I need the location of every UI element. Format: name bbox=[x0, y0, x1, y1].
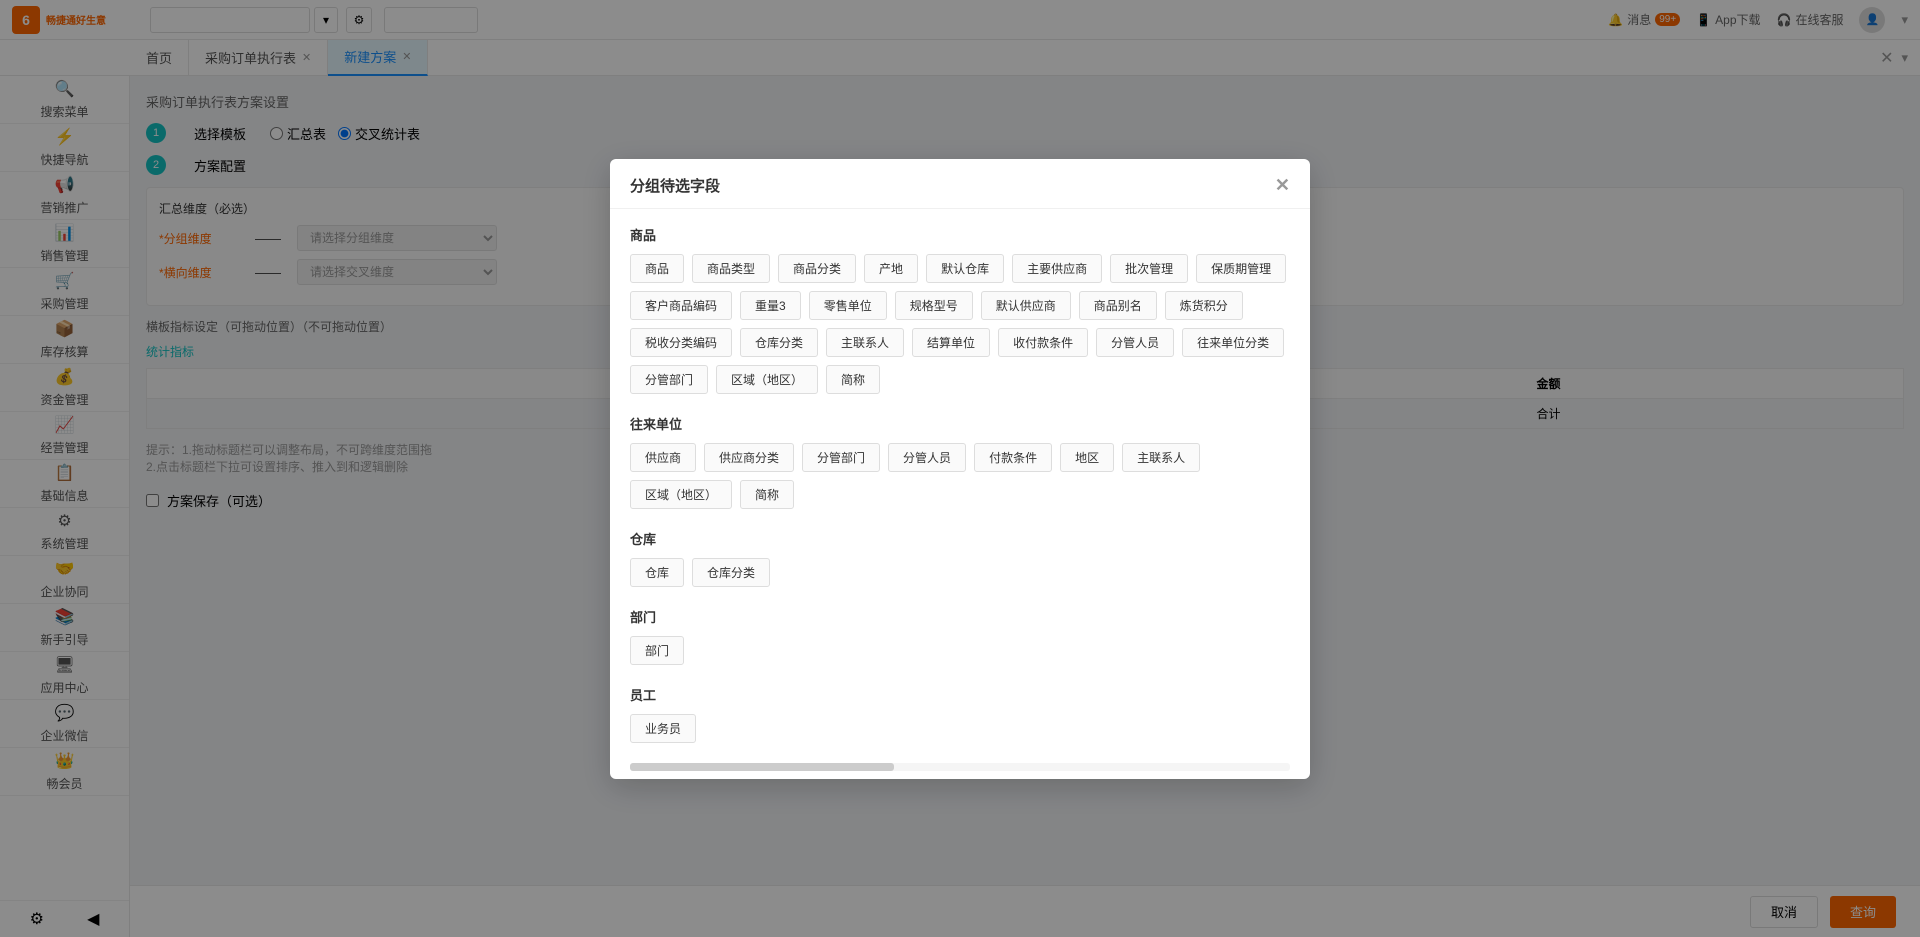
field-batch-mgmt[interactable]: 批次管理 bbox=[1110, 254, 1188, 283]
section-partner-title: 往来单位 bbox=[630, 414, 1290, 433]
field-dept[interactable]: 分管部门 bbox=[802, 443, 880, 472]
field-goods-category[interactable]: 商品分类 bbox=[778, 254, 856, 283]
field-tax-code[interactable]: 税收分类编码 bbox=[630, 328, 732, 357]
field-salesperson[interactable]: 业务员 bbox=[630, 714, 696, 743]
field-partner-category[interactable]: 往来单位分类 bbox=[1182, 328, 1284, 357]
field-default-supplier[interactable]: 默认供应商 bbox=[981, 291, 1071, 320]
modal-hscrollbar[interactable] bbox=[630, 763, 1290, 771]
section-warehouse-title: 仓库 bbox=[630, 529, 1290, 548]
section-partner: 往来单位 供应商 供应商分类 分管部门 分管人员 付款条件 地区 主联系人 区域… bbox=[630, 414, 1290, 509]
section-dept-title: 部门 bbox=[630, 607, 1290, 626]
field-supplier[interactable]: 供应商 bbox=[630, 443, 696, 472]
modal-title: 分组待选字段 bbox=[630, 175, 720, 196]
field-contact[interactable]: 主联系人 bbox=[1122, 443, 1200, 472]
section-employee-fields: 业务员 bbox=[630, 714, 1290, 743]
field-goods-alias[interactable]: 商品别名 bbox=[1079, 291, 1157, 320]
field-supplier-category[interactable]: 供应商分类 bbox=[704, 443, 794, 472]
field-main-contact[interactable]: 主联系人 bbox=[826, 328, 904, 357]
field-main-supplier[interactable]: 主要供应商 bbox=[1012, 254, 1102, 283]
field-warehouse-category[interactable]: 仓库分类 bbox=[740, 328, 818, 357]
field-weight3[interactable]: 重量3 bbox=[740, 291, 801, 320]
field-points[interactable]: 炼货积分 bbox=[1165, 291, 1243, 320]
section-goods-title: 商品 bbox=[630, 225, 1290, 244]
field-goods[interactable]: 商品 bbox=[630, 254, 684, 283]
field-spec-model[interactable]: 规格型号 bbox=[895, 291, 973, 320]
section-warehouse: 仓库 仓库 仓库分类 bbox=[630, 529, 1290, 587]
field-warehouse-cat[interactable]: 仓库分类 bbox=[692, 558, 770, 587]
section-goods: 商品 商品 商品类型 商品分类 产地 默认仓库 主要供应商 批次管理 保质期管理… bbox=[630, 225, 1290, 394]
section-warehouse-fields: 仓库 仓库分类 bbox=[630, 558, 1290, 587]
field-short-name[interactable]: 简称 bbox=[826, 365, 880, 394]
section-employee-title: 员工 bbox=[630, 685, 1290, 704]
field-area[interactable]: 地区 bbox=[1060, 443, 1114, 472]
modal-body[interactable]: 商品 商品 商品类型 商品分类 产地 默认仓库 主要供应商 批次管理 保质期管理… bbox=[610, 209, 1310, 763]
field-region[interactable]: 区域（地区） bbox=[716, 365, 818, 394]
field-supervisor[interactable]: 分管人员 bbox=[1096, 328, 1174, 357]
section-goods-fields: 商品 商品类型 商品分类 产地 默认仓库 主要供应商 批次管理 保质期管理 客户… bbox=[630, 254, 1290, 394]
field-default-warehouse[interactable]: 默认仓库 bbox=[926, 254, 1004, 283]
modal: 分组待选字段 ✕ 商品 商品 商品类型 商品分类 产地 默认仓库 主要供应商 批… bbox=[610, 159, 1310, 779]
field-staff[interactable]: 分管人员 bbox=[888, 443, 966, 472]
field-warehouse[interactable]: 仓库 bbox=[630, 558, 684, 587]
section-partner-fields: 供应商 供应商分类 分管部门 分管人员 付款条件 地区 主联系人 区域（地区） … bbox=[630, 443, 1290, 509]
modal-overlay: 分组待选字段 ✕ 商品 商品 商品类型 商品分类 产地 默认仓库 主要供应商 批… bbox=[0, 0, 1920, 937]
field-partner-region[interactable]: 区域（地区） bbox=[630, 480, 732, 509]
field-origin[interactable]: 产地 bbox=[864, 254, 918, 283]
field-department[interactable]: 部门 bbox=[630, 636, 684, 665]
modal-header: 分组待选字段 ✕ bbox=[610, 159, 1310, 209]
field-pay-terms[interactable]: 付款条件 bbox=[974, 443, 1052, 472]
section-dept: 部门 部门 bbox=[630, 607, 1290, 665]
section-employee: 员工 业务员 bbox=[630, 685, 1290, 743]
field-retail-unit[interactable]: 零售单位 bbox=[809, 291, 887, 320]
field-payment-terms[interactable]: 收付款条件 bbox=[998, 328, 1088, 357]
modal-hscroll-thumb[interactable] bbox=[630, 763, 894, 771]
field-customer-code[interactable]: 客户商品编码 bbox=[630, 291, 732, 320]
field-goods-type[interactable]: 商品类型 bbox=[692, 254, 770, 283]
field-supervisor-dept[interactable]: 分管部门 bbox=[630, 365, 708, 394]
field-partner-short[interactable]: 简称 bbox=[740, 480, 794, 509]
field-expiry-mgmt[interactable]: 保质期管理 bbox=[1196, 254, 1286, 283]
field-settlement-unit[interactable]: 结算单位 bbox=[912, 328, 990, 357]
modal-close-button[interactable]: ✕ bbox=[1275, 176, 1290, 194]
section-dept-fields: 部门 bbox=[630, 636, 1290, 665]
